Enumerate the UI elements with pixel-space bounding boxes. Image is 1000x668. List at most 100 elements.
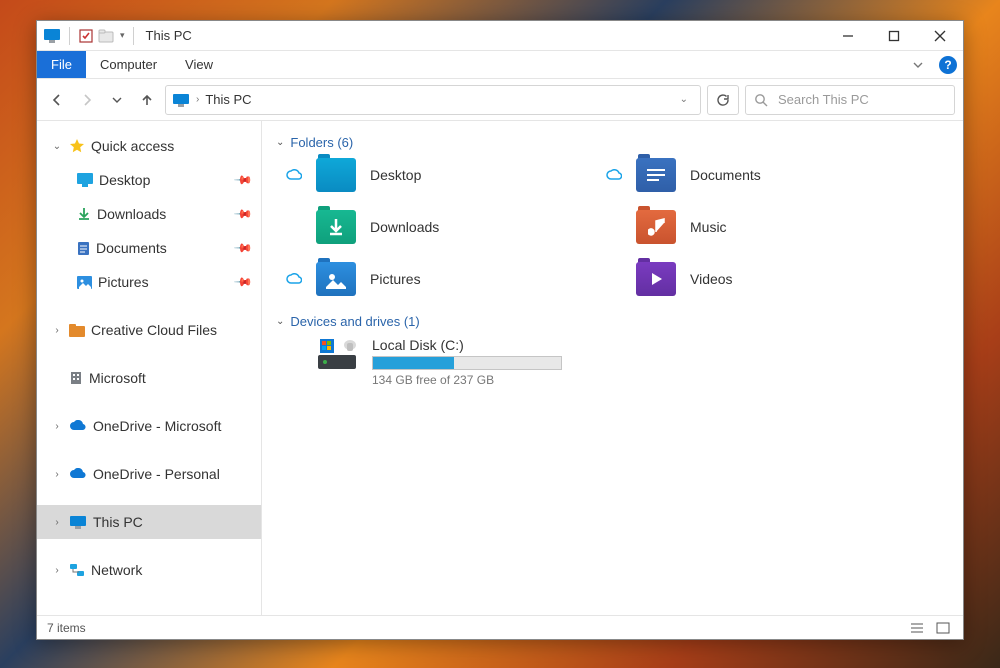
sidebar-item-desktop[interactable]: Desktop 📌: [37, 163, 261, 197]
folder-icon: [636, 210, 676, 244]
sidebar-item-this-pc[interactable]: › This PC: [37, 505, 261, 539]
new-folder-icon[interactable]: [98, 29, 114, 43]
sidebar-item-onedrive-personal[interactable]: › OneDrive - Personal: [37, 457, 261, 491]
folder-label: Desktop: [370, 167, 421, 183]
search-box[interactable]: [745, 85, 955, 115]
qat-dropdown-icon[interactable]: ▾: [120, 30, 125, 41]
close-button[interactable]: [917, 21, 963, 51]
sidebar-item-documents[interactable]: Documents 📌: [37, 231, 261, 265]
folder-icon: [636, 262, 676, 296]
drive-usage-fill: [373, 357, 454, 369]
group-header-folders[interactable]: ⌄ Folders (6): [276, 135, 949, 150]
separator: [133, 27, 134, 45]
sidebar-item-pictures[interactable]: Pictures 📌: [37, 265, 261, 299]
sidebar-item-label: Microsoft: [89, 370, 146, 386]
cloud-icon: [69, 468, 87, 480]
properties-icon[interactable]: [78, 28, 94, 44]
help-button[interactable]: ?: [933, 51, 963, 78]
sidebar-quick-access[interactable]: ⌄ Quick access: [37, 129, 261, 163]
tab-computer[interactable]: Computer: [86, 51, 171, 78]
search-input[interactable]: [776, 91, 946, 108]
status-bar: 7 items: [37, 615, 963, 639]
sidebar-item-onedrive-microsoft[interactable]: › OneDrive - Microsoft: [37, 409, 261, 443]
breadcrumb-chevron-icon[interactable]: ›: [196, 94, 199, 105]
search-icon: [754, 93, 768, 107]
chevron-right-icon[interactable]: ›: [51, 565, 63, 576]
ribbon: File Computer View ?: [37, 51, 963, 79]
building-icon: [69, 371, 83, 385]
tab-file[interactable]: File: [37, 51, 86, 78]
forward-button[interactable]: [75, 88, 99, 112]
folder-item-downloads[interactable]: Downloads: [286, 210, 566, 244]
titlebar[interactable]: ▾ This PC: [37, 21, 963, 51]
sidebar-item-network[interactable]: › Network: [37, 553, 261, 587]
folder-item-music[interactable]: Music: [606, 210, 886, 244]
pictures-icon: [77, 276, 92, 289]
breadcrumb-item[interactable]: This PC: [205, 92, 251, 107]
drive-icon: [316, 337, 360, 373]
pin-icon[interactable]: 📌: [233, 238, 253, 258]
chevron-down-icon[interactable]: ⌄: [276, 316, 284, 327]
group-header-label: Devices and drives (1): [290, 314, 419, 329]
file-explorer-window: ▾ This PC File Computer View ?: [36, 20, 964, 640]
minimize-button[interactable]: [825, 21, 871, 51]
sidebar-item-label: Desktop: [99, 172, 150, 188]
folder-label: Music: [690, 219, 727, 235]
this-pc-icon: [43, 28, 61, 44]
chevron-right-icon[interactable]: ›: [51, 325, 63, 336]
cloud-status-icon: [286, 273, 302, 285]
folder-label: Documents: [690, 167, 761, 183]
chevron-down-icon[interactable]: ⌄: [51, 141, 63, 152]
address-bar[interactable]: › This PC ⌄: [165, 85, 701, 115]
large-icons-view-button[interactable]: [933, 619, 953, 637]
chevron-down-icon[interactable]: ⌄: [276, 137, 284, 148]
pin-icon[interactable]: 📌: [233, 204, 253, 224]
folder-item-pictures[interactable]: Pictures: [286, 262, 566, 296]
pin-icon[interactable]: 📌: [233, 272, 253, 292]
back-button[interactable]: [45, 88, 69, 112]
maximize-button[interactable]: [871, 21, 917, 51]
window-title: This PC: [146, 28, 192, 43]
network-icon: [69, 563, 85, 577]
sidebar-item-label: Quick access: [91, 138, 174, 154]
folder-item-videos[interactable]: Videos: [606, 262, 886, 296]
tab-view[interactable]: View: [171, 51, 227, 78]
quick-access-toolbar: ▾: [43, 27, 138, 45]
folder-label: Videos: [690, 271, 733, 287]
sidebar-item-label: Creative Cloud Files: [91, 322, 217, 338]
status-item-count: 7 items: [47, 621, 86, 635]
address-end: ⌄: [674, 94, 694, 105]
up-button[interactable]: [135, 88, 159, 112]
navigation-pane[interactable]: ⌄ Quick access Desktop 📌 Downloads 📌 Doc…: [37, 121, 262, 615]
separator: [69, 27, 70, 45]
chevron-right-icon[interactable]: ›: [51, 517, 63, 528]
folders-grid: Desktop Documents: [286, 158, 949, 296]
folder-icon: [316, 210, 356, 244]
body: ⌄ Quick access Desktop 📌 Downloads 📌 Doc…: [37, 121, 963, 615]
group-header-drives[interactable]: ⌄ Devices and drives (1): [276, 314, 949, 329]
address-dropdown-icon[interactable]: ⌄: [674, 94, 694, 105]
sidebar-item-downloads[interactable]: Downloads 📌: [37, 197, 261, 231]
folder-icon: [316, 262, 356, 296]
drive-free-text: 134 GB free of 237 GB: [372, 373, 562, 387]
pin-icon[interactable]: 📌: [233, 170, 253, 190]
folder-icon: [69, 324, 85, 337]
nav-toolbar: › This PC ⌄: [37, 79, 963, 121]
star-icon: [69, 138, 85, 154]
sidebar-item-creative-cloud[interactable]: › Creative Cloud Files: [37, 313, 261, 347]
drive-item-local-disk-c[interactable]: Local Disk (C:) 134 GB free of 237 GB: [316, 337, 626, 387]
recent-locations-button[interactable]: [105, 88, 129, 112]
sidebar-item-microsoft[interactable]: › Microsoft: [37, 361, 261, 395]
details-view-button[interactable]: [907, 619, 927, 637]
document-icon: [77, 241, 90, 256]
refresh-button[interactable]: [707, 85, 739, 115]
content-pane[interactable]: ⌄ Folders (6) Desktop: [262, 121, 963, 615]
drive-usage-bar: [372, 356, 562, 370]
folder-label: Pictures: [370, 271, 421, 287]
chevron-right-icon[interactable]: ›: [51, 469, 63, 480]
folder-item-desktop[interactable]: Desktop: [286, 158, 566, 192]
chevron-right-icon[interactable]: ›: [51, 421, 63, 432]
cloud-icon: [69, 420, 87, 432]
folder-item-documents[interactable]: Documents: [606, 158, 886, 192]
ribbon-collapse-icon[interactable]: [903, 51, 933, 78]
